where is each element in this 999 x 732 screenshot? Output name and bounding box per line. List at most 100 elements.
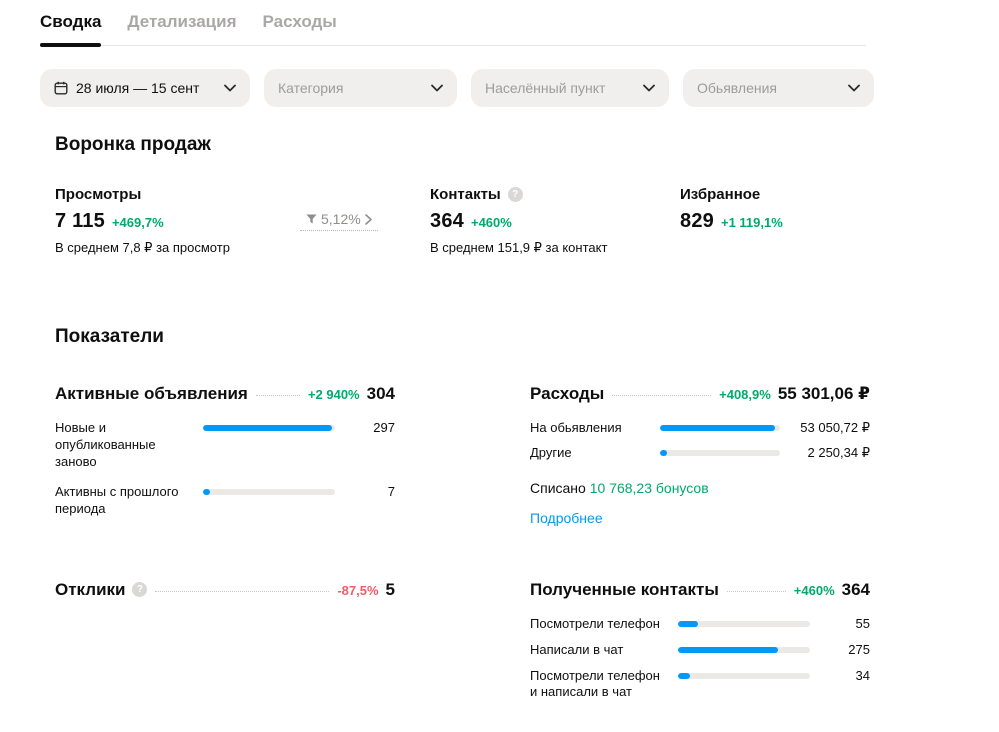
card-active-listings-title: Активные объявления <box>55 384 248 403</box>
metric-contacts: Контакты ? 364 +460% В среднем 151,9 ₽ з… <box>430 186 680 256</box>
listings-filter[interactable]: Обьявления <box>683 69 874 107</box>
funnel-metrics: Просмотры 7 115 +469,7% В среднем 7,8 ₽ … <box>55 186 999 256</box>
dotted-leader <box>726 590 786 592</box>
bar-row-wrote-chat: Написали в чат 275 <box>530 642 870 659</box>
question-icon[interactable]: ? <box>132 582 148 598</box>
metric-favorites-delta: +1 119,1% <box>720 215 783 230</box>
card-expenses-value: 55 301,06 ₽ <box>777 384 870 403</box>
indicators-section-title: Показатели <box>55 326 164 347</box>
metric-contacts-label: Контакты <box>430 186 501 203</box>
bar-track <box>678 620 810 627</box>
metric-favorites-label: Избранное <box>680 186 761 203</box>
question-icon[interactable]: ? <box>507 187 523 202</box>
bar-row-label: Написали в чат <box>530 641 624 657</box>
bar-track <box>678 646 810 653</box>
card-received-contacts-delta: +460% <box>793 582 835 598</box>
details-link[interactable]: Подробнее <box>530 510 603 526</box>
card-responses-title: Отклики <box>55 579 126 599</box>
bar-fill <box>660 425 776 431</box>
bonuses-note-prefix: Списано <box>530 479 586 496</box>
bar-row-value: 53 050,72 ₽ <box>800 420 870 435</box>
chevron-down-icon <box>643 84 655 92</box>
bar-row-value: 275 <box>848 641 870 657</box>
metric-favorites-value: 829 <box>680 210 714 232</box>
funnel-icon <box>306 214 317 224</box>
funnel-section-title: Воронка продаж <box>55 134 211 155</box>
bar-row-other-expenses: Другие 2 250,34 ₽ <box>530 445 870 462</box>
bar-row-on-listings: На обьявления 53 050,72 ₽ <box>530 420 870 437</box>
bar-track <box>203 425 335 431</box>
dotted-leader <box>255 395 300 396</box>
location-filter[interactable]: Населённый пункт <box>471 69 669 107</box>
bar-row-label: Посмотрели телефон <box>530 615 660 631</box>
bar-fill <box>678 620 698 627</box>
bar-row-viewed-and-wrote: Посмотрели телефон и написали в чат 34 <box>530 668 870 702</box>
bar-track <box>660 449 780 456</box>
indicator-cards: Активные объявления +2 940% 304 Новые и … <box>55 384 999 701</box>
bar-fill <box>678 672 691 679</box>
bar-row-value: 55 <box>855 615 870 631</box>
chevron-down-icon <box>224 84 236 92</box>
metric-favorites: Избранное 829 +1 119,1% <box>680 186 783 256</box>
calendar-icon <box>54 81 68 95</box>
tab-details[interactable]: Детализация <box>127 12 236 45</box>
bar-row-value: 297 <box>373 420 395 435</box>
card-active-listings-value: 304 <box>366 384 395 403</box>
metric-contacts-delta: +460% <box>470 215 512 230</box>
dotted-leader <box>155 590 330 592</box>
bar-row-label: Активны с прошлого периода <box>55 483 179 516</box>
bar-fill <box>660 449 667 456</box>
card-responses: Отклики ? -87,5% 5 <box>55 580 395 702</box>
bar-row-viewed-phone: Посмотрели телефон 55 <box>530 616 870 633</box>
bar-row-label: Посмотрели телефон и написали в чат <box>530 667 660 700</box>
location-filter-label: Населённый пункт <box>485 80 606 96</box>
bonuses-note: Списано 10 768,23 бонусов <box>530 480 870 496</box>
bar-row-value: 7 <box>387 483 395 499</box>
date-range-filter[interactable]: 28 июля — 15 сент <box>40 69 250 107</box>
filters-bar: 28 июля — 15 сент Категория Населённый п… <box>40 69 999 107</box>
chevron-right-icon <box>364 213 372 225</box>
tab-summary[interactable]: Сводка <box>40 12 102 47</box>
card-expenses-title: Расходы <box>530 384 605 403</box>
card-received-contacts-value: 364 <box>841 579 870 599</box>
metric-views: Просмотры 7 115 +469,7% В среднем 7,8 ₽ … <box>55 186 300 256</box>
card-received-contacts-title: Полученные контакты <box>530 579 719 599</box>
bar-row-label: На обьявления <box>530 420 622 435</box>
bar-track <box>678 672 810 679</box>
conversion-wrap: 5,12% <box>300 186 430 256</box>
bar-fill <box>203 425 332 431</box>
card-expenses-delta: +408,9% <box>719 387 771 402</box>
metric-views-caption: В среднем 7,8 ₽ за просмотр <box>55 240 230 255</box>
card-expenses: Расходы +408,9% 55 301,06 ₽ На обьявлени… <box>530 384 870 528</box>
bar-fill <box>203 488 210 495</box>
conversion-rate[interactable]: 5,12% <box>300 210 378 231</box>
date-range-label: 28 июля — 15 сент <box>76 80 200 96</box>
category-filter-label: Категория <box>278 80 344 96</box>
tab-expenses[interactable]: Расходы <box>263 12 337 45</box>
metric-views-delta: +469,7% <box>111 215 164 230</box>
bar-row-value: 34 <box>855 667 870 683</box>
metric-contacts-value: 364 <box>430 210 464 232</box>
metric-contacts-caption: В среднем 151,9 ₽ за контакт <box>430 240 608 255</box>
bar-row-active-previous: Активны с прошлого периода 7 <box>55 484 395 518</box>
card-active-listings-delta: +2 940% <box>307 387 360 402</box>
card-responses-title-wrap: Отклики ? <box>55 579 148 600</box>
metric-views-label: Просмотры <box>55 186 142 203</box>
card-active-listings: Активные объявления +2 940% 304 Новые и … <box>55 384 395 528</box>
bar-row-label: Другие <box>530 444 572 460</box>
bar-row-label: Новые и опубликованные заново <box>55 420 156 469</box>
analytics-page: Сводка Детализация Расходы 28 июля — 15 … <box>0 12 999 732</box>
card-responses-value: 5 <box>385 579 395 599</box>
card-received-contacts: Полученные контакты +460% 364 Посмотрели… <box>530 580 870 702</box>
chevron-down-icon <box>431 84 443 92</box>
bar-row-new-listings: Новые и опубликованные заново 297 <box>55 420 395 471</box>
category-filter[interactable]: Категория <box>264 69 457 107</box>
tab-bar: Сводка Детализация Расходы <box>40 12 866 47</box>
bar-row-value: 2 250,34 ₽ <box>807 444 871 460</box>
metric-views-value: 7 115 <box>55 210 105 232</box>
listings-filter-label: Обьявления <box>697 80 777 96</box>
card-responses-delta: -87,5% <box>337 582 379 598</box>
chevron-down-icon <box>848 84 860 92</box>
dotted-leader <box>612 395 712 396</box>
bar-track <box>203 488 335 495</box>
